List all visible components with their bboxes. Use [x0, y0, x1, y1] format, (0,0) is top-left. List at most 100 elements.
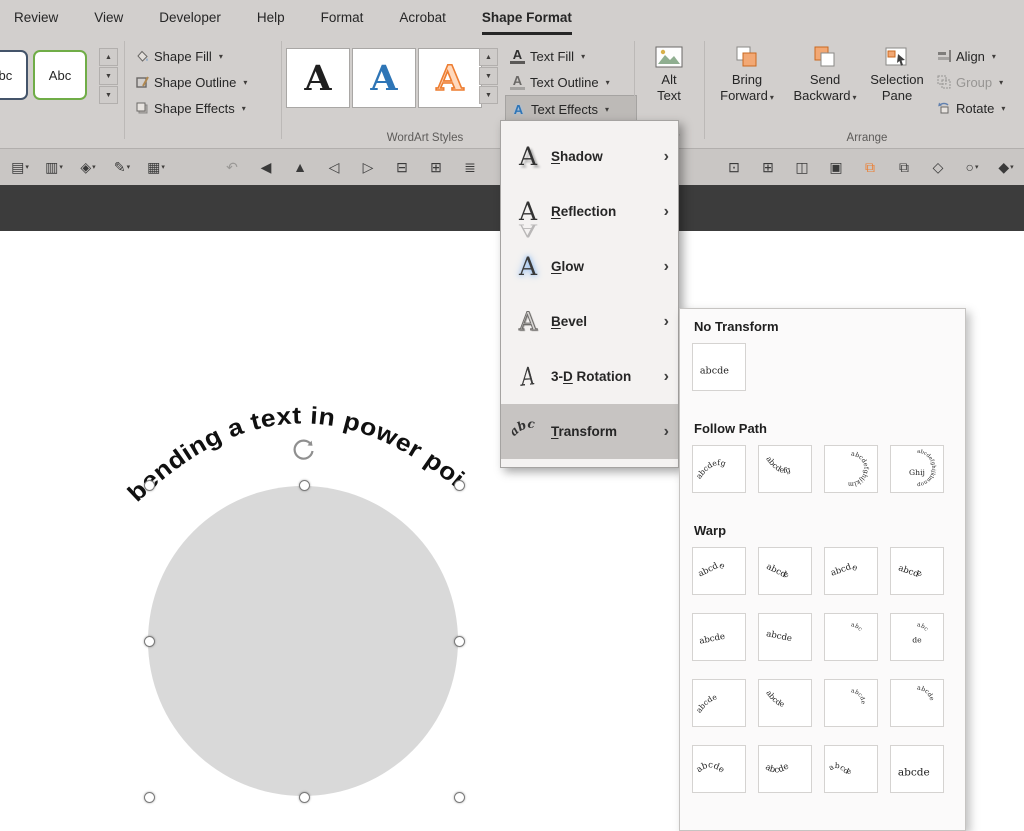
oval-shape-icon[interactable]: ○▾	[958, 154, 986, 180]
shape-style-thumb[interactable]: Abc	[33, 50, 87, 100]
snap-grid-icon[interactable]: ⊞	[754, 154, 782, 180]
wordart-style-orange-outline[interactable]: A	[418, 48, 482, 108]
transform-style-ring[interactable]: abcdefghijklmnopGhij	[890, 445, 944, 493]
text-box-icon[interactable]: ▤▾	[6, 154, 34, 180]
circle-shape[interactable]	[148, 486, 458, 796]
wordart-style-blue[interactable]: A	[352, 48, 416, 108]
undo-icon[interactable]: ↶	[218, 154, 246, 180]
flip-horizontal-icon[interactable]: ◀	[252, 154, 280, 180]
bring-forward-icon[interactable]: ⧉	[856, 154, 884, 180]
selection-handle[interactable]	[454, 636, 465, 647]
effects-menu-item-reflection[interactable]: AAReflection›	[501, 184, 678, 239]
transform-style-chevron-down[interactable]: abcde	[890, 547, 944, 595]
transform-style-arch-up-warp[interactable]: abcde	[692, 679, 746, 727]
transform-style-wave-2[interactable]: abcde	[758, 745, 812, 793]
send-backward-icon[interactable]: ⧉	[890, 154, 918, 180]
crop-icon[interactable]: ⊡	[720, 154, 748, 180]
shape-fill-icon[interactable]: ◆▾	[992, 154, 1020, 180]
selection-handle[interactable]	[144, 792, 155, 803]
menu-tab-view[interactable]: View	[94, 0, 123, 35]
menu-tab-help[interactable]: Help	[257, 0, 285, 35]
menu-tab-acrobat[interactable]: Acrobat	[399, 0, 446, 35]
send-backward-icon: ⧉	[899, 159, 909, 176]
wordart-style-black[interactable]: A	[286, 48, 350, 108]
paint-bucket-icon: ◈	[80, 159, 91, 176]
submenu-chevron-icon: ›	[664, 368, 669, 386]
rotate-handle-icon[interactable]	[291, 436, 317, 462]
transform-style-inflate[interactable]: abcde	[890, 745, 944, 793]
outline-pen-icon[interactable]: ✎▾	[108, 154, 136, 180]
selection-pane-icon[interactable]: ◫	[788, 154, 816, 180]
borders-grid-icon[interactable]: ▦▾	[142, 154, 170, 180]
effects-menu-item-3-d-rotation[interactable]: A3-D Rotation›	[501, 349, 678, 404]
effects-menu-item-shadow[interactable]: AShadow›	[501, 129, 678, 184]
effects-menu-item-transform[interactable]: abcTransform›	[501, 404, 678, 459]
group-button[interactable]: Group ▾	[932, 69, 1022, 95]
selection-pane-icon: ◫	[795, 159, 808, 176]
text-direction-icon[interactable]: ▥▾	[40, 154, 68, 180]
paint-bucket-icon[interactable]: ◈▾	[74, 154, 102, 180]
transform-style-no-transform[interactable]: abcde	[692, 343, 746, 391]
arrange-list-icon[interactable]: ≣	[456, 154, 484, 180]
transform-style-ring-inside[interactable]: abcde	[692, 613, 746, 661]
selection-handle[interactable]	[144, 636, 155, 647]
selection-handle[interactable]	[299, 792, 310, 803]
text-fill-button[interactable]: A Text Fill ▾	[505, 43, 637, 69]
crop-icon: ⊡	[728, 159, 740, 176]
transform-style-triangle-up[interactable]: abcde	[692, 547, 746, 595]
menu-tab-format[interactable]: Format	[321, 0, 364, 35]
distribute-objects-icon[interactable]: ⊞	[422, 154, 450, 180]
transform-style-arch-down-warp[interactable]: abcde	[758, 679, 812, 727]
transform-style-button-warp[interactable]: abcde	[890, 679, 944, 727]
shape-icon[interactable]: ◇	[924, 154, 952, 180]
shape-style-thumb[interactable]: Abc	[0, 50, 28, 100]
align-objects-icon[interactable]: ⊟	[388, 154, 416, 180]
transform-style-button-pour[interactable]: abcde	[890, 613, 944, 661]
transform-style-arch-down[interactable]: abcdefg	[758, 445, 812, 493]
menu-tab-shape-format[interactable]: Shape Format	[482, 0, 572, 35]
scroll-down-icon[interactable]: ▼	[479, 67, 498, 85]
shape-effects-button[interactable]: Shape Effects ▾	[130, 95, 278, 121]
transform-style-ring-outside[interactable]: abcde	[758, 613, 812, 661]
transform-style-triangle-down[interactable]: abcde	[758, 547, 812, 595]
dropdown-caret-icon: ▾	[92, 163, 96, 171]
rotate-left-icon[interactable]: ◁	[320, 154, 348, 180]
rotate-right-icon[interactable]: ▷	[354, 154, 382, 180]
menu-tab-developer[interactable]: Developer	[159, 0, 221, 35]
effects-menu-item-glow[interactable]: AGlow›	[501, 239, 678, 294]
scroll-down-icon[interactable]: ▼	[99, 67, 118, 85]
text-effects-button[interactable]: A Text Effects ▾	[505, 95, 637, 123]
menu-tab-review[interactable]: Review	[14, 0, 58, 35]
selection-handle[interactable]	[299, 480, 310, 491]
transform-style-double-wave[interactable]: abcde	[824, 745, 878, 793]
text-outline-button[interactable]: A Text Outline ▾	[505, 69, 637, 95]
bring-forward-button[interactable]: Bring Forward▾	[714, 42, 780, 106]
selection-handle[interactable]	[144, 480, 155, 491]
selection-handle[interactable]	[454, 792, 465, 803]
gallery-more-icon[interactable]: ▼	[479, 86, 498, 104]
transform-style-wave-1[interactable]: abcde	[692, 745, 746, 793]
selection-handle[interactable]	[454, 480, 465, 491]
selection-pane-button[interactable]: Selection Pane	[863, 42, 931, 104]
menu-item-label: Glow	[551, 259, 584, 274]
scroll-up-icon[interactable]: ▲	[99, 48, 118, 66]
align-button[interactable]: Align ▾	[932, 43, 1022, 69]
dropdown-caret-icon: ▾	[581, 52, 585, 61]
group-objects-icon[interactable]: ▣	[822, 154, 850, 180]
alt-text-button[interactable]: Alt Text	[641, 42, 697, 104]
transform-style-circle[interactable]: abcdefghijklm	[824, 445, 878, 493]
transform-style-circle-warp[interactable]: abcde	[824, 679, 878, 727]
scroll-up-icon[interactable]: ▲	[479, 48, 498, 66]
transform-style-chevron-up[interactable]: abcde	[824, 547, 878, 595]
effects-menu-item-bevel[interactable]: ABevel›	[501, 294, 678, 349]
gallery-more-icon[interactable]: ▼	[99, 86, 118, 104]
dropdown-caret-icon: ▾	[59, 163, 63, 171]
rotate-button[interactable]: Rotate ▾	[932, 95, 1022, 121]
flip-vertical-icon[interactable]: ▲	[286, 154, 314, 180]
transform-style-arch-up[interactable]: abcdefg	[692, 445, 746, 493]
send-backward-button[interactable]: Send Backward▾	[791, 42, 859, 106]
transform-style-circle-pour[interactable]: abc	[824, 613, 878, 661]
shape-fill-button[interactable]: Shape Fill ▾	[130, 43, 278, 69]
shape-outline-button[interactable]: Shape Outline ▾	[130, 69, 278, 95]
rotate-icon	[937, 101, 951, 115]
